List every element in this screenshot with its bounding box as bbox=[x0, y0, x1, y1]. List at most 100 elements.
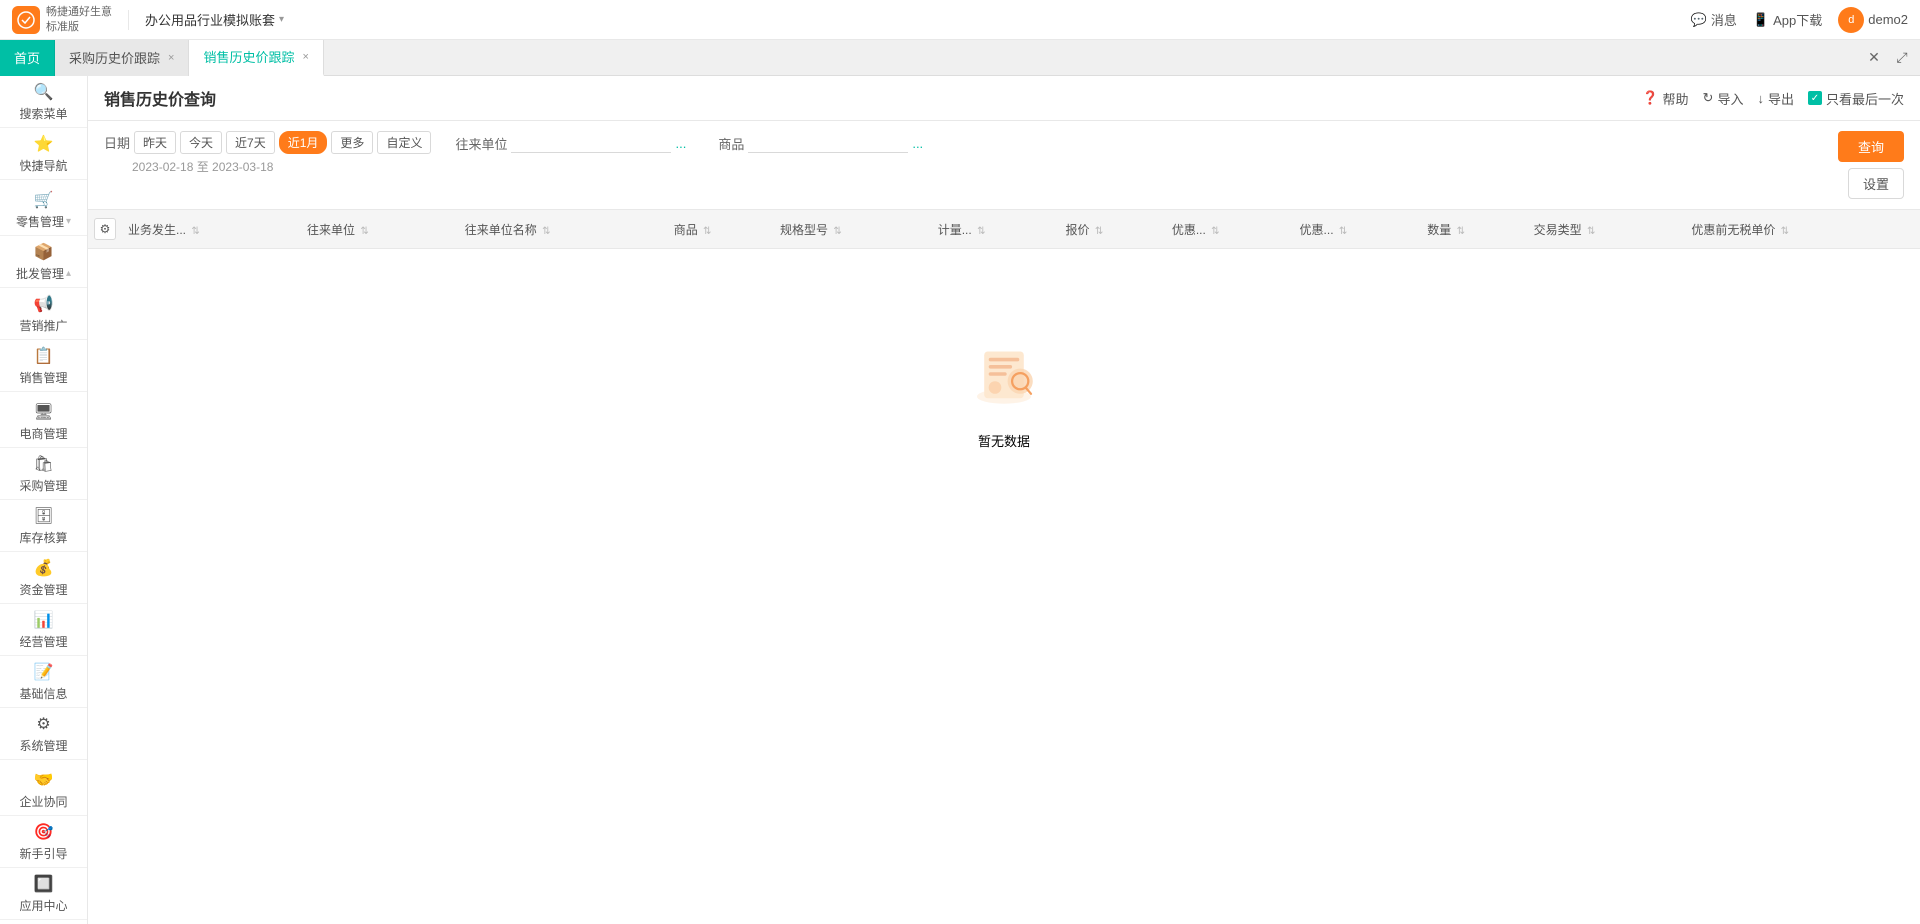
header-action-bar: ❓ 帮助 ↻ 导入 ↓ 导出 只看最后一次 bbox=[1642, 89, 1904, 108]
tab-purchase-history-label: 采购历史价跟踪 bbox=[69, 48, 160, 67]
sidebar-item-newbie-label: 新手引导 bbox=[19, 845, 67, 862]
setting-button[interactable]: 设置 bbox=[1848, 168, 1904, 199]
sidebar-item-marketing[interactable]: 📢 营销推广 bbox=[0, 288, 87, 340]
sort-arrows-quote: ⇅ bbox=[1095, 226, 1103, 237]
basic-info-icon: 📝 bbox=[34, 662, 54, 682]
goods-input[interactable] bbox=[748, 133, 908, 153]
sidebar-item-wholesale-label: 批发管理 bbox=[16, 265, 64, 282]
results-table: ⚙ 业务发生... ⇅ 往来单位 ⇅ 往来单位名称 ⇅ bbox=[88, 210, 1920, 249]
chevron-up-icon: ▴ bbox=[66, 268, 71, 279]
export-icon: ↓ bbox=[1757, 91, 1764, 106]
messages-button[interactable]: 💬 消息 bbox=[1691, 10, 1737, 29]
date-btn-more[interactable]: 更多 bbox=[331, 131, 373, 154]
th-goods[interactable]: 商品 ⇅ bbox=[668, 210, 774, 249]
th-quantity[interactable]: 数量 ⇅ bbox=[1421, 210, 1527, 249]
date-btn-7days[interactable]: 近7天 bbox=[226, 131, 275, 154]
tabbar: 首页 采购历史价跟踪 × 销售历史价跟踪 × ✕ ⤢ bbox=[0, 40, 1920, 76]
sidebar-item-shortcut[interactable]: ⭐ 快捷导航 bbox=[0, 128, 87, 180]
sidebar-item-search[interactable]: 🔍 搜索菜单 bbox=[0, 76, 87, 128]
sidebar-item-apps-label: 应用中心 bbox=[19, 897, 67, 914]
goods-label: 商品 bbox=[718, 134, 744, 153]
newbie-icon: 🎯 bbox=[34, 822, 54, 842]
tab-purchase-history-close[interactable]: × bbox=[168, 52, 174, 64]
app-selector[interactable]: 办公用品行业模拟账套 ▾ bbox=[145, 10, 284, 29]
sort-arrows-unit: ⇅ bbox=[977, 226, 985, 237]
app-logo-icon bbox=[12, 6, 40, 34]
th-partner-name[interactable]: 往来单位名称 ⇅ bbox=[459, 210, 668, 249]
sidebar-item-enterprise-label: 企业协同 bbox=[19, 793, 67, 810]
close-tab-button[interactable]: ✕ bbox=[1864, 48, 1884, 68]
column-settings-button[interactable]: ⚙ bbox=[94, 218, 116, 240]
date-btn-yesterday[interactable]: 昨天 bbox=[134, 131, 176, 154]
sidebar-item-finance[interactable]: 💰 资金管理 bbox=[0, 552, 87, 604]
sales-icon: 📋 bbox=[34, 346, 54, 366]
only-last-checkbox-group[interactable]: 只看最后一次 bbox=[1808, 89, 1904, 108]
page-title: 销售历史价查询 bbox=[104, 86, 216, 110]
th-discount1[interactable]: 优惠... ⇅ bbox=[1166, 210, 1294, 249]
tab-sales-history[interactable]: 销售历史价跟踪 × bbox=[189, 40, 323, 76]
app-download-button[interactable]: 📱 App下载 bbox=[1753, 10, 1822, 29]
chevron-down-icon: ▾ bbox=[279, 14, 284, 25]
wholesale-icon: 📦 bbox=[34, 242, 54, 262]
export-button[interactable]: ↓ 导出 bbox=[1757, 89, 1794, 108]
sidebar-item-newbie[interactable]: 🎯 新手引导 bbox=[0, 816, 87, 868]
th-quote-label: 报价 bbox=[1065, 223, 1089, 237]
tab-sales-history-close[interactable]: × bbox=[302, 51, 308, 63]
th-quote[interactable]: 报价 ⇅ bbox=[1059, 210, 1165, 249]
sidebar-item-system[interactable]: ⚙ 系统管理 bbox=[0, 708, 87, 760]
sidebar-item-inventory[interactable]: 🗄 库存核算 bbox=[0, 500, 87, 552]
sidebar-item-wechat[interactable]: 💬 企业微信 bbox=[0, 920, 87, 924]
th-gear: ⚙ bbox=[88, 210, 122, 249]
sort-arrows-pretax-price: ⇅ bbox=[1781, 226, 1789, 237]
import-button[interactable]: ↻ 导入 bbox=[1703, 89, 1744, 108]
partner-filter-group: 往来单位 ... bbox=[455, 133, 686, 153]
sidebar-item-operations[interactable]: 📊 经营管理 bbox=[0, 604, 87, 656]
filter-inputs: 日期 昨天 今天 近7天 近1月 更多 自定义 2023-02-18 至 202… bbox=[104, 131, 1822, 175]
th-pretax-price[interactable]: 优惠前无税单价 ⇅ bbox=[1685, 210, 1920, 249]
sidebar-item-operations-label: 经营管理 bbox=[19, 633, 67, 650]
th-discount2[interactable]: 优惠... ⇅ bbox=[1294, 210, 1422, 249]
sidebar-item-apps[interactable]: 🔲 应用中心 bbox=[0, 868, 87, 920]
th-unit-label: 计量... bbox=[938, 223, 972, 237]
sidebar-item-wholesale[interactable]: 📦 批发管理 ▴ bbox=[0, 236, 87, 288]
sort-arrows-biz-date: ⇅ bbox=[191, 226, 199, 237]
th-quantity-label: 数量 bbox=[1427, 223, 1451, 237]
sidebar-item-sales-mgmt[interactable]: 📋 销售管理 bbox=[0, 340, 87, 392]
sidebar-item-ecommerce[interactable]: 🖥 电商管理 bbox=[0, 396, 87, 448]
main-layout: 🔍 搜索菜单 ⭐ 快捷导航 🛒 零售管理 ▾ 📦 批发管理 ▴ 📢 营销推广 bbox=[0, 76, 1920, 924]
th-biz-date[interactable]: 业务发生... ⇅ bbox=[122, 210, 301, 249]
operations-icon: 📊 bbox=[34, 610, 54, 630]
user-menu[interactable]: d demo2 bbox=[1838, 7, 1908, 33]
apps-icon: 🔲 bbox=[34, 874, 54, 894]
sidebar-item-retail[interactable]: 🛒 零售管理 ▾ bbox=[0, 184, 87, 236]
date-btn-custom[interactable]: 自定义 bbox=[377, 131, 431, 154]
help-button[interactable]: ❓ 帮助 bbox=[1642, 89, 1688, 108]
star-icon: ⭐ bbox=[34, 134, 54, 154]
sort-arrows-goods: ⇅ bbox=[703, 226, 711, 237]
download-icon: 📱 bbox=[1753, 12, 1769, 28]
tab-purchase-history[interactable]: 采购历史价跟踪 × bbox=[55, 40, 189, 76]
sidebar-item-basic-info[interactable]: 📝 基础信息 bbox=[0, 656, 87, 708]
th-spec[interactable]: 规格型号 ⇅ bbox=[774, 210, 932, 249]
only-last-checkbox[interactable] bbox=[1808, 91, 1822, 105]
goods-dots-button[interactable]: ... bbox=[912, 136, 923, 151]
th-partner-name-label: 往来单位名称 bbox=[465, 223, 537, 237]
avatar: d bbox=[1838, 7, 1864, 33]
th-deal-type[interactable]: 交易类型 ⇅ bbox=[1528, 210, 1686, 249]
partner-input[interactable] bbox=[511, 133, 671, 153]
maximize-button[interactable]: ⤢ bbox=[1892, 48, 1912, 68]
tab-home[interactable]: 首页 bbox=[0, 40, 55, 76]
date-btn-today[interactable]: 今天 bbox=[180, 131, 222, 154]
th-unit[interactable]: 计量... ⇅ bbox=[932, 210, 1060, 249]
tab-sales-history-label: 销售历史价跟踪 bbox=[203, 47, 294, 66]
query-button[interactable]: 查询 bbox=[1838, 131, 1904, 162]
partner-dots-button[interactable]: ... bbox=[675, 136, 686, 151]
sidebar-item-enterprise[interactable]: 🤝 企业协同 bbox=[0, 764, 87, 816]
th-pretax-price-label: 优惠前无税单价 bbox=[1691, 223, 1775, 237]
th-spec-label: 规格型号 bbox=[780, 223, 828, 237]
sort-arrows-partner-name: ⇅ bbox=[542, 226, 550, 237]
sidebar-item-basic-info-label: 基础信息 bbox=[19, 685, 67, 702]
th-partner-code[interactable]: 往来单位 ⇅ bbox=[301, 210, 459, 249]
date-btn-1month[interactable]: 近1月 bbox=[279, 131, 328, 154]
sidebar-item-purchase[interactable]: 🛍 采购管理 bbox=[0, 448, 87, 500]
